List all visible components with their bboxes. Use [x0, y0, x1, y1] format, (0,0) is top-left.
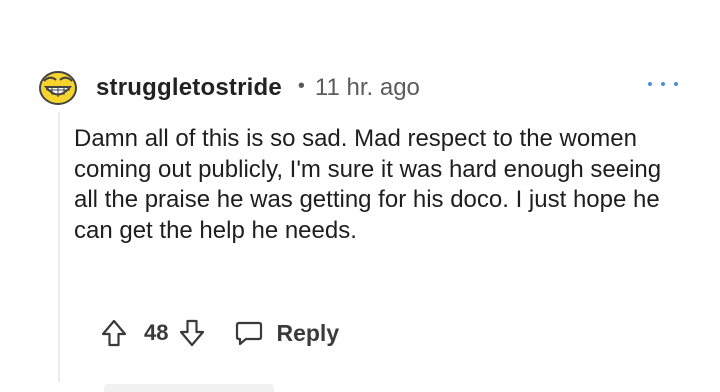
comment: struggletostride • 11 hr. ago Damn all o…: [0, 0, 720, 392]
meta-separator: •: [297, 74, 305, 97]
smiley-face-icon: [39, 71, 77, 105]
speech-bubble-icon: [234, 319, 264, 347]
timestamp: 11 hr. ago: [314, 74, 420, 101]
more-options-button[interactable]: [648, 74, 678, 94]
upvote-button[interactable]: [100, 318, 128, 348]
more-options-icon: [648, 82, 652, 86]
thread-line[interactable]: [58, 112, 60, 382]
reply-label: Reply: [276, 319, 340, 346]
comment-body: Damn all of this is so sad. Mad respect …: [74, 125, 662, 244]
avatar[interactable]: [38, 68, 78, 108]
next-comment-edge: [104, 384, 274, 392]
reply-button[interactable]: Reply: [234, 319, 339, 347]
upvote-arrow-icon: [101, 319, 127, 347]
downvote-arrow-icon: [180, 319, 205, 347]
downvote-button[interactable]: [178, 318, 206, 348]
username[interactable]: struggletostride: [96, 74, 282, 102]
comment-header: struggletostride • 11 hr. ago: [38, 68, 420, 108]
vote-score: 48: [144, 320, 169, 345]
comment-actions: 48 Reply: [100, 313, 339, 353]
